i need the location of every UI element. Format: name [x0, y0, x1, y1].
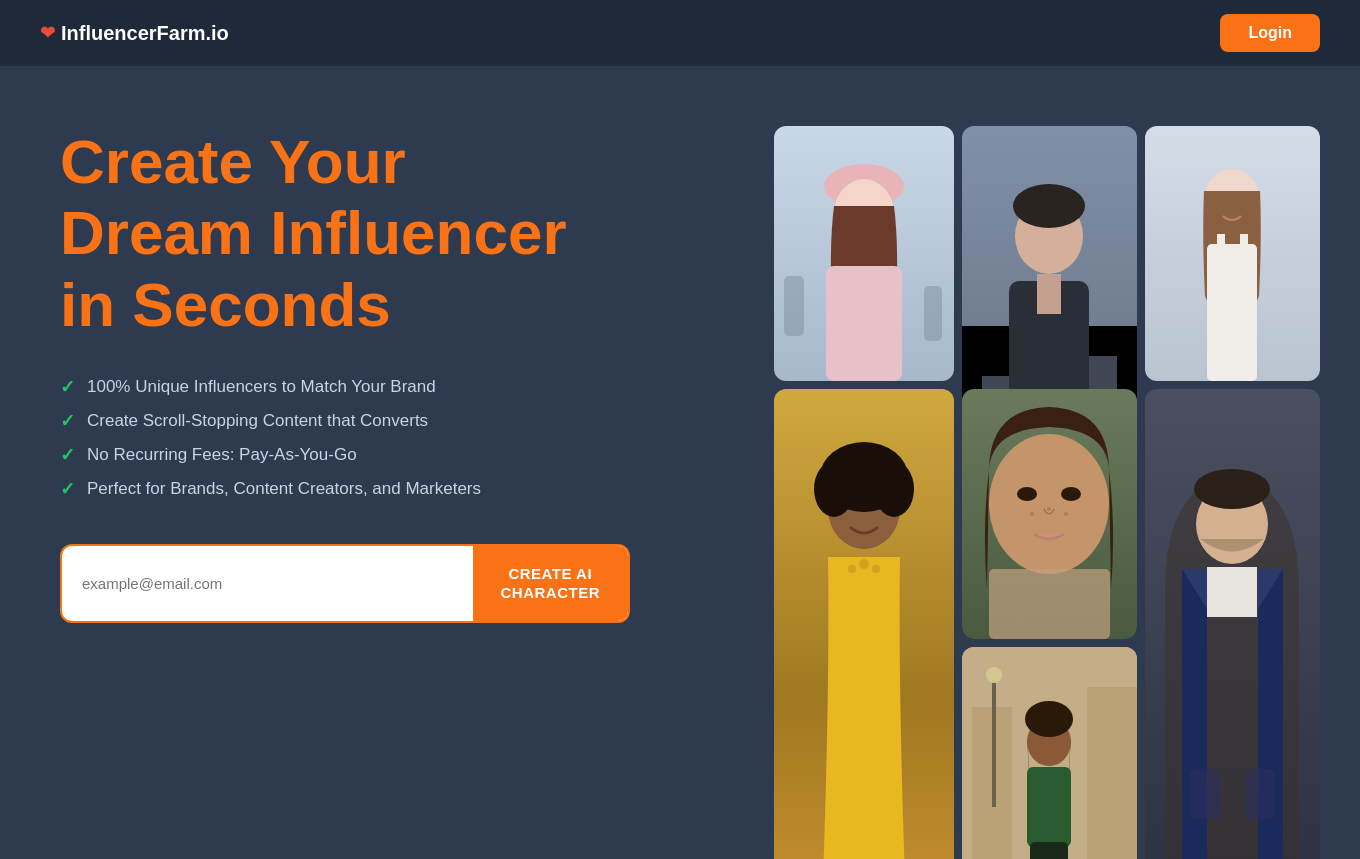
feature-item-1: ✓ 100% Unique Influencers to Match Your … — [60, 376, 720, 398]
svg-rect-4 — [924, 286, 942, 341]
svg-rect-14 — [1217, 234, 1225, 254]
svg-point-24 — [1017, 487, 1037, 501]
svg-rect-42 — [1027, 767, 1071, 847]
svg-rect-32 — [1207, 567, 1257, 617]
svg-point-21 — [848, 565, 856, 573]
login-button[interactable]: Login — [1220, 14, 1320, 52]
svg-point-41 — [1025, 701, 1073, 737]
image-man-blue-suit — [1145, 389, 1320, 859]
email-input[interactable] — [62, 546, 473, 621]
features-list: ✓ 100% Unique Influencers to Match Your … — [60, 376, 720, 500]
svg-point-39 — [986, 667, 1002, 683]
feature-item-4: ✓ Perfect for Brands, Content Creators, … — [60, 478, 720, 500]
svg-rect-34 — [1245, 769, 1275, 819]
svg-point-9 — [1013, 184, 1085, 228]
image-woman-white-dress — [1145, 126, 1320, 381]
svg-rect-2 — [826, 266, 902, 381]
svg-rect-15 — [1240, 234, 1248, 254]
feature-item-3: ✓ No Recurring Fees: Pay-As-You-Go — [60, 444, 720, 466]
image-woman-yellow-dress — [774, 389, 954, 859]
brand-logo: ❤ InfluencerFarm.io — [40, 22, 229, 45]
svg-point-22 — [872, 565, 880, 573]
svg-rect-11 — [1037, 274, 1061, 314]
svg-point-31 — [1194, 469, 1270, 509]
svg-rect-38 — [992, 677, 996, 807]
svg-point-27 — [1064, 512, 1068, 516]
image-woman-close-up — [962, 389, 1137, 639]
svg-point-28 — [1047, 507, 1051, 511]
check-icon-3: ✓ — [60, 444, 75, 466]
svg-rect-37 — [1087, 687, 1137, 859]
check-icon-4: ✓ — [60, 478, 75, 500]
svg-point-23 — [989, 434, 1109, 574]
svg-rect-13 — [1207, 244, 1257, 381]
hero-title: Create Your Dream Influencer in Seconds — [60, 126, 720, 340]
svg-rect-43 — [1030, 842, 1068, 859]
image-grid — [740, 126, 1320, 859]
svg-rect-29 — [989, 569, 1110, 639]
hero-section: Create Your Dream Influencer in Seconds … — [60, 126, 720, 859]
brand-name: InfluencerFarm.io — [61, 22, 229, 45]
svg-point-19 — [874, 461, 914, 517]
svg-rect-33 — [1190, 769, 1220, 819]
svg-point-26 — [1030, 512, 1034, 516]
image-woman-street — [962, 647, 1137, 859]
navbar: ❤ InfluencerFarm.io Login — [0, 0, 1360, 66]
heart-icon: ❤ — [40, 22, 55, 44]
feature-item-2: ✓ Create Scroll-Stopping Content that Co… — [60, 410, 720, 432]
email-form: CREATE AI CHARACTER — [60, 544, 630, 623]
svg-rect-3 — [784, 276, 804, 336]
create-ai-button[interactable]: CREATE AI CHARACTER — [473, 546, 629, 621]
svg-point-25 — [1061, 487, 1081, 501]
check-icon-1: ✓ — [60, 376, 75, 398]
svg-point-18 — [814, 461, 854, 517]
image-woman-pink-coat — [774, 126, 954, 381]
svg-point-20 — [859, 559, 869, 569]
check-icon-2: ✓ — [60, 410, 75, 432]
